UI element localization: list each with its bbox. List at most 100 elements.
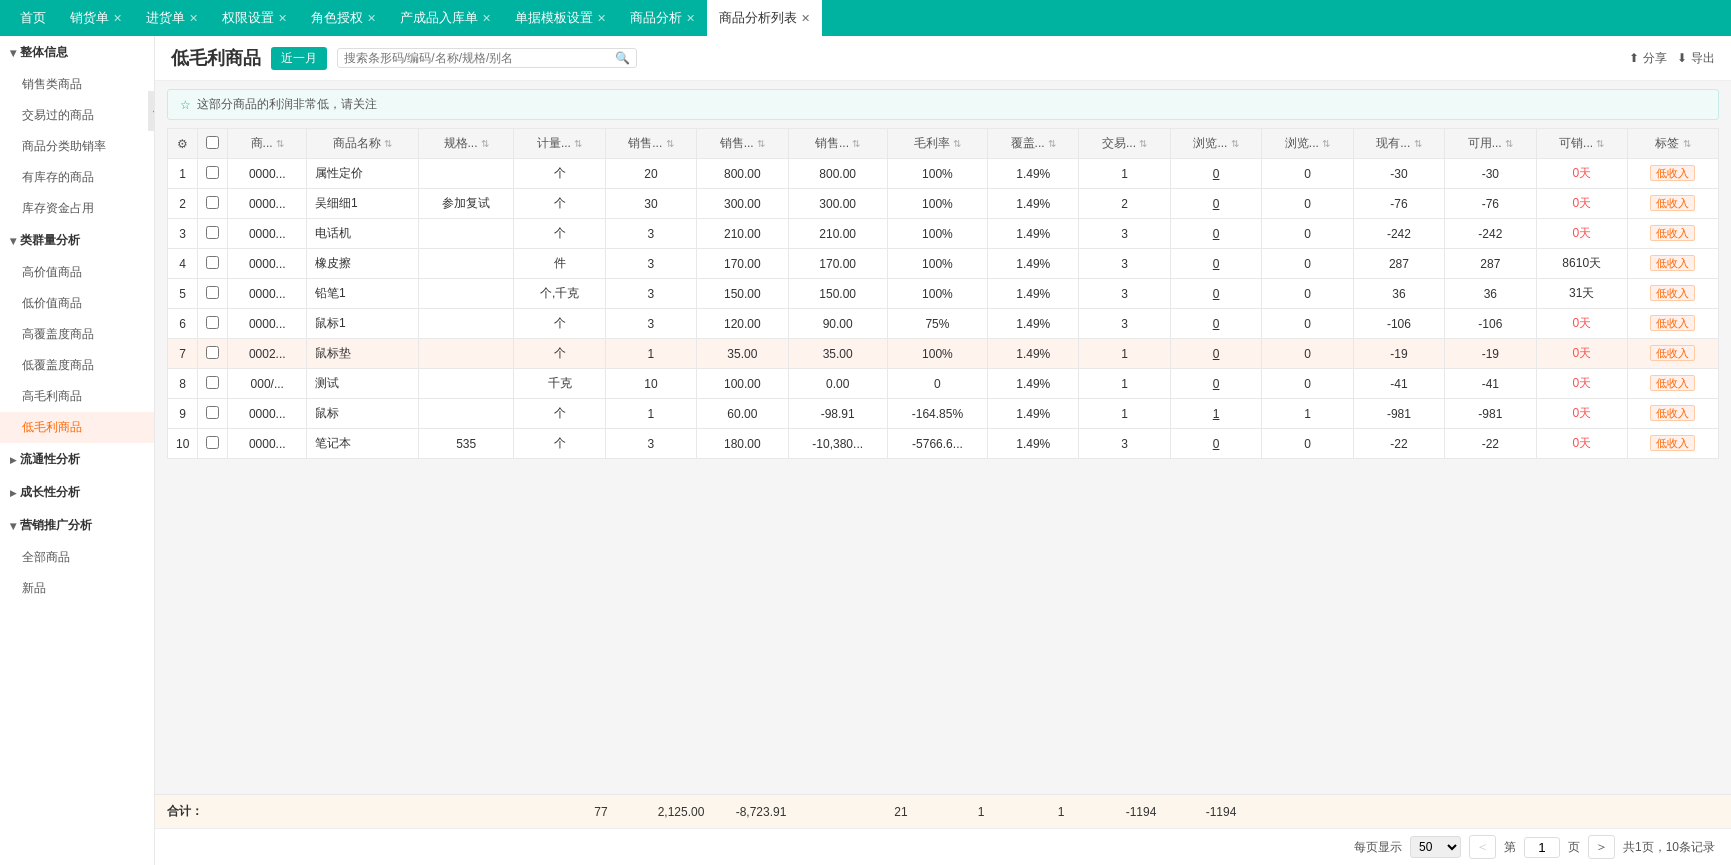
prev-page-btn[interactable]: ＜ bbox=[1469, 835, 1496, 859]
row-checkbox-2[interactable] bbox=[198, 219, 228, 249]
row-name-5: 鼠标1 bbox=[307, 309, 419, 339]
col-unit[interactable]: 计量... ⇅ bbox=[514, 129, 605, 159]
sidebar-group-circulation[interactable]: ▸ 流通性分析 bbox=[0, 443, 154, 476]
nav-close-template[interactable]: ✕ bbox=[597, 12, 606, 25]
col-available[interactable]: 可用... ⇅ bbox=[1445, 129, 1536, 159]
col-tag[interactable]: 标签 ⇅ bbox=[1627, 129, 1718, 159]
row-checkbox-5[interactable] bbox=[198, 309, 228, 339]
nav-close-goods-analysis[interactable]: ✕ bbox=[686, 12, 695, 25]
col-name[interactable]: 商品名称 ⇅ bbox=[307, 129, 419, 159]
row-sales-price-5: 120.00 bbox=[697, 309, 788, 339]
row-view1-4[interactable]: 0 bbox=[1170, 279, 1261, 309]
row-coverage-5: 1.49% bbox=[988, 309, 1079, 339]
nav-template[interactable]: 单据模板设置 ✕ bbox=[503, 0, 618, 36]
nav-close-purchase[interactable]: ✕ bbox=[189, 12, 198, 25]
row-view1-2[interactable]: 0 bbox=[1170, 219, 1261, 249]
nav-goods-analysis[interactable]: 商品分析 ✕ bbox=[618, 0, 707, 36]
sidebar-group-marketing[interactable]: ▾ 营销推广分析 bbox=[0, 509, 154, 542]
col-margin-rate[interactable]: 毛利率 ⇅ bbox=[887, 129, 987, 159]
search-input[interactable] bbox=[344, 51, 615, 65]
col-view2[interactable]: 浏览... ⇅ bbox=[1262, 129, 1353, 159]
sidebar-item-stock-goods[interactable]: 有库存的商品 bbox=[0, 162, 154, 193]
select-all-checkbox[interactable] bbox=[206, 136, 219, 149]
col-trade[interactable]: 交易... ⇅ bbox=[1079, 129, 1170, 159]
sidebar-item-high-margin[interactable]: 高毛利商品 bbox=[0, 381, 154, 412]
time-filter-btn[interactable]: 近一月 bbox=[271, 47, 327, 70]
col-code[interactable]: 商... ⇅ bbox=[228, 129, 307, 159]
row-margin-rate-1: 100% bbox=[887, 189, 987, 219]
nav-close-product-in[interactable]: ✕ bbox=[482, 12, 491, 25]
row-checkbox-7[interactable] bbox=[198, 369, 228, 399]
nav-role[interactable]: 角色授权 ✕ bbox=[299, 0, 388, 36]
share-btn[interactable]: ⬆ 分享 bbox=[1629, 50, 1667, 67]
nav-home[interactable]: 首页 bbox=[8, 0, 58, 36]
col-spec[interactable]: 规格... ⇅ bbox=[419, 129, 514, 159]
row-view1-9[interactable]: 0 bbox=[1170, 429, 1261, 459]
sidebar-group-overview[interactable]: ▾ 整体信息 bbox=[0, 36, 154, 69]
sidebar-collapse-btn[interactable]: « bbox=[148, 91, 155, 131]
col-view1[interactable]: 浏览... ⇅ bbox=[1170, 129, 1261, 159]
col-saleable[interactable]: 可销... ⇅ bbox=[1536, 129, 1627, 159]
pagination-bar: 每页显示 50 100 200 ＜ 第 页 ＞ 共1页，10条记录 bbox=[155, 828, 1731, 865]
sidebar-item-category-rate[interactable]: 商品分类助销率 bbox=[0, 131, 154, 162]
next-page-btn[interactable]: ＞ bbox=[1588, 835, 1615, 859]
sidebar-item-traded-goods[interactable]: 交易过的商品 bbox=[0, 100, 154, 131]
sidebar-group-cluster[interactable]: ▾ 类群量分析 bbox=[0, 224, 154, 257]
row-checkbox-8[interactable] bbox=[198, 399, 228, 429]
sidebar-item-high-value[interactable]: 高价值商品 bbox=[0, 257, 154, 288]
col-settings[interactable]: ⚙ bbox=[168, 129, 198, 159]
row-checkbox-3[interactable] bbox=[198, 249, 228, 279]
nav-close-goods-list[interactable]: ✕ bbox=[801, 12, 810, 25]
col-sales-amount[interactable]: 销售... ⇅ bbox=[788, 129, 887, 159]
col-checkbox[interactable] bbox=[198, 129, 228, 159]
sidebar-item-low-value[interactable]: 低价值商品 bbox=[0, 288, 154, 319]
row-checkbox-1[interactable] bbox=[198, 189, 228, 219]
row-name-4: 铅笔1 bbox=[307, 279, 419, 309]
row-name-7: 测试 bbox=[307, 369, 419, 399]
nav-close-permission[interactable]: ✕ bbox=[278, 12, 287, 25]
share-icon: ⬆ bbox=[1629, 51, 1639, 65]
sidebar-item-all-goods[interactable]: 全部商品 bbox=[0, 542, 154, 573]
nav-product-in[interactable]: 产成品入库单 ✕ bbox=[388, 0, 503, 36]
row-saleable-5: 0天 bbox=[1536, 309, 1627, 339]
sidebar-item-new-goods[interactable]: 新品 bbox=[0, 573, 154, 604]
row-view1-3[interactable]: 0 bbox=[1170, 249, 1261, 279]
nav-permission[interactable]: 权限设置 ✕ bbox=[210, 0, 299, 36]
sidebar-item-high-coverage[interactable]: 高覆盖度商品 bbox=[0, 319, 154, 350]
row-checkbox-9[interactable] bbox=[198, 429, 228, 459]
nav-goods-analysis-list[interactable]: 商品分析列表 ✕ bbox=[707, 0, 822, 36]
sidebar-item-sales-goods[interactable]: 销售类商品 bbox=[0, 69, 154, 100]
row-margin-rate-9: -5766.6... bbox=[887, 429, 987, 459]
col-current-stock[interactable]: 现有... ⇅ bbox=[1353, 129, 1444, 159]
row-view1-7[interactable]: 0 bbox=[1170, 369, 1261, 399]
sidebar-item-low-margin[interactable]: 低毛利商品 bbox=[0, 412, 154, 443]
nav-sales-order[interactable]: 销货单 ✕ bbox=[58, 0, 134, 36]
row-view1-6[interactable]: 0 bbox=[1170, 339, 1261, 369]
col-coverage[interactable]: 覆盖... ⇅ bbox=[988, 129, 1079, 159]
sidebar-item-low-coverage[interactable]: 低覆盖度商品 bbox=[0, 350, 154, 381]
sidebar-item-stock-capital[interactable]: 库存资金占用 bbox=[0, 193, 154, 224]
page-size-select[interactable]: 50 100 200 bbox=[1410, 836, 1461, 858]
row-unit-1: 个 bbox=[514, 189, 605, 219]
row-checkbox-0[interactable] bbox=[198, 159, 228, 189]
row-view1-5[interactable]: 0 bbox=[1170, 309, 1261, 339]
nav-close-sales[interactable]: ✕ bbox=[113, 12, 122, 25]
row-tag-8: 低收入 bbox=[1627, 399, 1718, 429]
page-input[interactable] bbox=[1524, 837, 1560, 858]
search-box[interactable]: 🔍 bbox=[337, 48, 637, 68]
nav-close-role[interactable]: ✕ bbox=[367, 12, 376, 25]
col-sales-price[interactable]: 销售... ⇅ bbox=[697, 129, 788, 159]
row-view1-8[interactable]: 1 bbox=[1170, 399, 1261, 429]
row-view1-0[interactable]: 0 bbox=[1170, 159, 1261, 189]
sidebar-group-growth[interactable]: ▸ 成长性分析 bbox=[0, 476, 154, 509]
row-code-4: 0000... bbox=[228, 279, 307, 309]
export-btn[interactable]: ⬇ 导出 bbox=[1677, 50, 1715, 67]
row-view1-1[interactable]: 0 bbox=[1170, 189, 1261, 219]
row-checkbox-4[interactable] bbox=[198, 279, 228, 309]
nav-purchase-order[interactable]: 进货单 ✕ bbox=[134, 0, 210, 36]
search-icon[interactable]: 🔍 bbox=[615, 51, 630, 65]
col-sales-qty[interactable]: 销售... ⇅ bbox=[605, 129, 696, 159]
row-checkbox-6[interactable] bbox=[198, 339, 228, 369]
row-unit-2: 个 bbox=[514, 219, 605, 249]
row-tag-9: 低收入 bbox=[1627, 429, 1718, 459]
